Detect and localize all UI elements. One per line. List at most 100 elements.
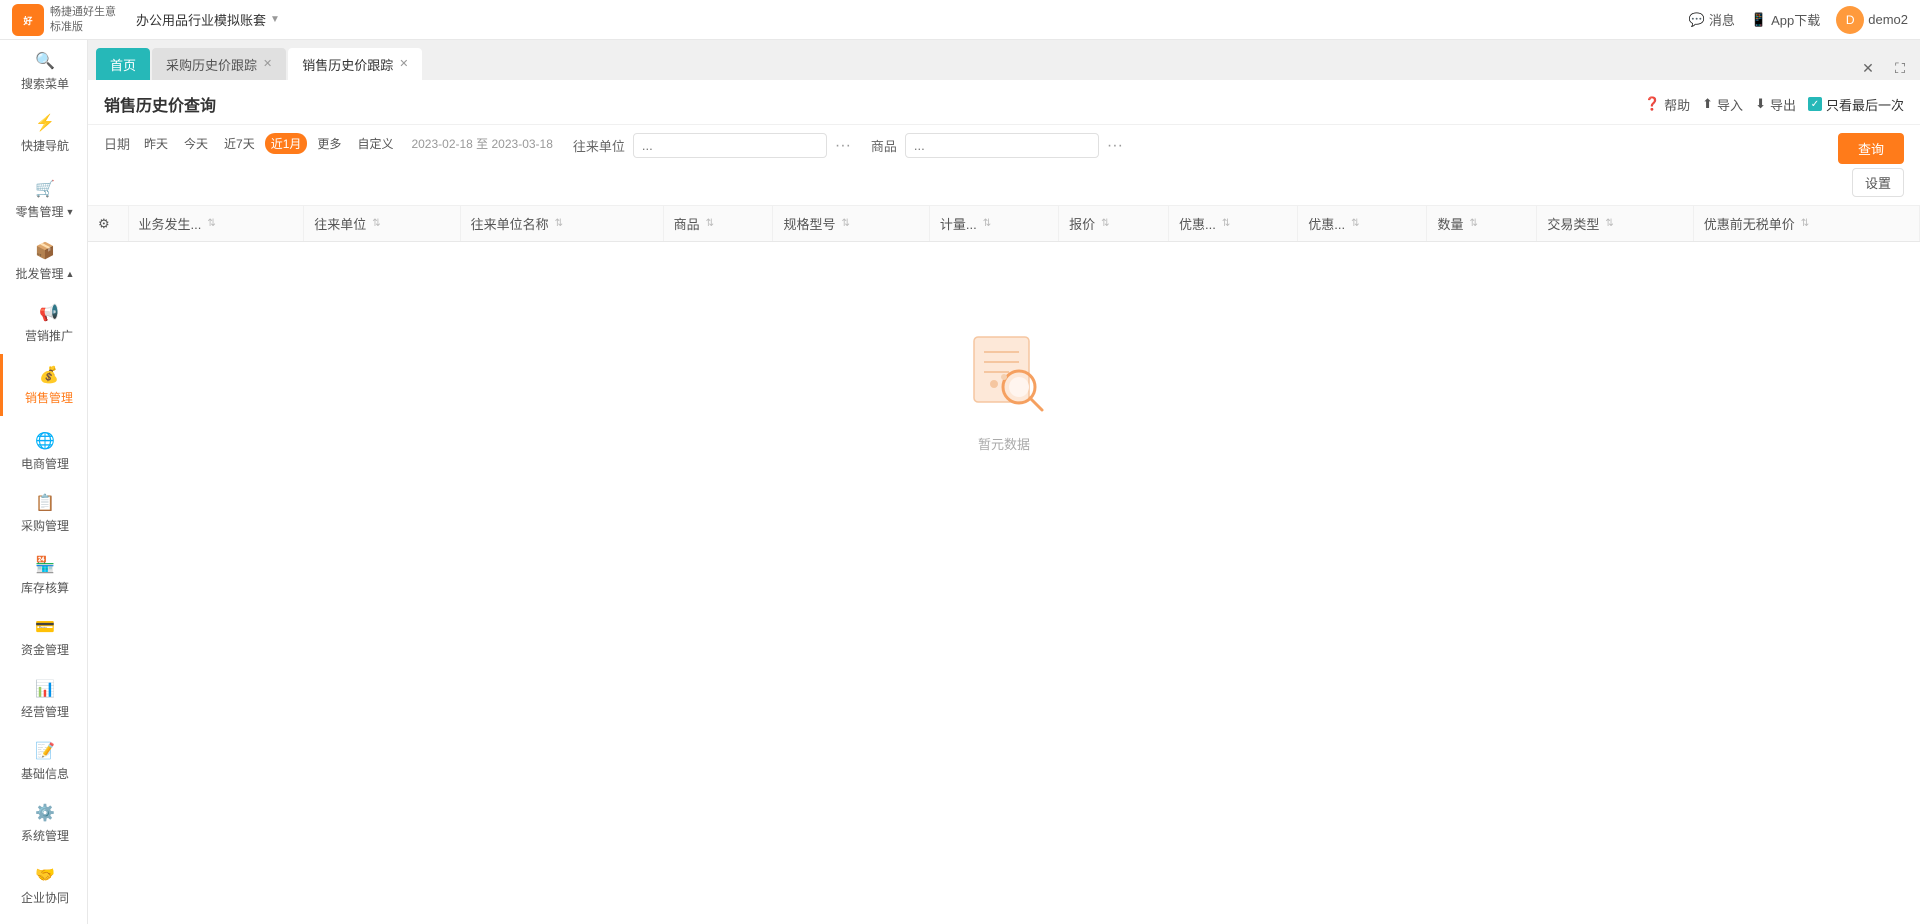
purchase-history-tab-label: 采购历史价跟踪 xyxy=(166,55,257,74)
sort-qty-icon: ⇅ xyxy=(1469,218,1477,229)
enterprise-icon: 🤝 xyxy=(34,864,56,886)
sort-deal-type-icon: ⇅ xyxy=(1605,218,1613,229)
th-product[interactable]: 商品 ⇅ xyxy=(663,206,773,242)
product-filter-label: 商品 xyxy=(871,136,897,155)
th-discount2[interactable]: 优惠... ⇅ xyxy=(1298,206,1427,242)
logo-area: 好 畅捷通好生意 标准版 xyxy=(12,4,116,36)
date-btn-today[interactable]: 今天 xyxy=(178,133,214,154)
th-biz-date[interactable]: 业务发生... ⇅ xyxy=(128,206,304,242)
content-area: 首页 采购历史价跟踪 ✕ 销售历史价跟踪 ✕ ✕ ⛶ 销售历史价查询 xyxy=(88,40,1920,924)
th-partner-name[interactable]: 往来单位名称 ⇅ xyxy=(460,206,663,242)
sidebar-item-wholesale-mgmt[interactable]: 📦 批发管理 ▲ xyxy=(0,230,87,292)
sort-quote-icon: ⇅ xyxy=(1101,218,1109,229)
sidebar-item-basic-info[interactable]: 📝 基础信息 xyxy=(0,730,87,792)
date-btn-1month[interactable]: 近1月 xyxy=(265,133,308,154)
header-left: 好 畅捷通好生意 标准版 xyxy=(12,4,116,36)
avatar: D xyxy=(1836,6,1864,34)
import-button[interactable]: ⬆ 导入 xyxy=(1702,95,1743,114)
tab-sales-history[interactable]: 销售历史价跟踪 ✕ xyxy=(288,48,422,80)
home-tab-label: 首页 xyxy=(110,55,136,74)
sort-unit-icon: ⇅ xyxy=(983,218,991,229)
retail-arrow-icon: ▼ xyxy=(66,207,75,217)
th-quote[interactable]: 报价 ⇅ xyxy=(1059,206,1169,242)
th-deal-type[interactable]: 交易类型 ⇅ xyxy=(1537,206,1693,242)
partner-input[interactable] xyxy=(633,133,827,158)
table-settings-icon[interactable]: ⚙ xyxy=(98,216,110,231)
sidebar-item-new-guide[interactable]: 🎯 新手引导 xyxy=(0,916,87,924)
workspace-label: 办公用品行业模拟账套 xyxy=(136,10,266,29)
sidebar-item-operations[interactable]: 📊 经营管理 xyxy=(0,668,87,730)
message-button[interactable]: 💬 消息 xyxy=(1689,10,1735,29)
message-icon: 💬 xyxy=(1689,12,1705,28)
sidebar-item-marketing-promo[interactable]: 📢 营销推广 xyxy=(0,292,87,354)
settings-button[interactable]: 设置 xyxy=(1852,168,1904,197)
finance-icon: 💳 xyxy=(34,616,56,638)
th-pre-tax-price[interactable]: 优惠前无税单价 ⇅ xyxy=(1693,206,1919,242)
sidebar-item-purchase[interactable]: 📋 采购管理 xyxy=(0,482,87,544)
only-last-checkbox[interactable]: ✓ xyxy=(1808,97,1822,111)
date-btn-7days[interactable]: 近7天 xyxy=(218,133,261,154)
date-btn-custom[interactable]: 自定义 xyxy=(351,133,399,154)
app-logo-icon: 好 xyxy=(12,4,44,36)
close-tab-button[interactable]: ✕ xyxy=(1856,56,1880,80)
retail-icon: 🛒 xyxy=(34,178,56,200)
page-content: 销售历史价查询 ❓ 帮助 ⬆ 导入 ⬇ 导出 ✓ xyxy=(88,80,1920,924)
filter-date-row: 日期 昨天 今天 近7天 近1月 更多 自定义 2023-02-18 至 202… xyxy=(104,133,553,154)
sidebar-item-retail-mgmt[interactable]: 🛒 零售管理 ▼ xyxy=(0,168,87,230)
partner-more-button[interactable]: ··· xyxy=(835,137,851,155)
svg-text:好: 好 xyxy=(22,15,32,26)
export-icon: ⬇ xyxy=(1755,96,1766,112)
th-qty[interactable]: 数量 ⇅ xyxy=(1427,206,1537,242)
tab-purchase-history[interactable]: 采购历史价跟踪 ✕ xyxy=(152,48,286,80)
sidebar-item-enterprise-coop[interactable]: 🤝 企业协同 xyxy=(0,854,87,916)
filter-partner-row: 往来单位 ··· xyxy=(573,133,851,158)
th-partner-code[interactable]: 往来单位 ⇅ xyxy=(304,206,460,242)
tab-home[interactable]: 首页 xyxy=(96,48,150,80)
sidebar-item-sales-mgmt[interactable]: 💰 销售管理 xyxy=(0,354,87,416)
workspace-selector[interactable]: 办公用品行业模拟账套 ▼ xyxy=(136,10,280,29)
app-download-button[interactable]: 📱 App下载 xyxy=(1751,10,1820,29)
sidebar-item-inventory[interactable]: 🏪 库存核算 xyxy=(0,544,87,606)
date-btn-more[interactable]: 更多 xyxy=(311,133,347,154)
product-more-button[interactable]: ··· xyxy=(1107,137,1123,155)
maximize-button[interactable]: ⛶ xyxy=(1888,56,1912,80)
sort-product-icon: ⇅ xyxy=(706,218,714,229)
sidebar-item-search[interactable]: 🔍 搜索菜单 xyxy=(0,40,87,102)
date-filter-label: 日期 xyxy=(104,134,130,153)
sidebar-item-ecommerce[interactable]: 🌐 电商管理 xyxy=(0,420,87,482)
th-spec[interactable]: 规格型号 ⇅ xyxy=(773,206,929,242)
th-discount1[interactable]: 优惠... ⇅ xyxy=(1168,206,1297,242)
header-right: 💬 消息 📱 App下载 D demo2 xyxy=(1689,6,1908,34)
tabs-bar: 首页 采购历史价跟踪 ✕ 销售历史价跟踪 ✕ ✕ ⛶ xyxy=(88,40,1920,80)
purchase-history-tab-close-icon[interactable]: ✕ xyxy=(263,59,272,70)
ecommerce-icon: 🌐 xyxy=(34,430,56,452)
sidebar-item-quick-nav[interactable]: ⚡ 快捷导航 xyxy=(0,102,87,164)
th-unit[interactable]: 计量... ⇅ xyxy=(929,206,1058,242)
sort-discount2-icon: ⇅ xyxy=(1351,218,1359,229)
date-btn-yesterday[interactable]: 昨天 xyxy=(138,133,174,154)
help-button[interactable]: ❓ 帮助 xyxy=(1644,95,1690,114)
user-menu[interactable]: D demo2 xyxy=(1836,6,1908,34)
query-button[interactable]: 查询 xyxy=(1838,133,1904,164)
sort-pre-tax-price-icon: ⇅ xyxy=(1801,218,1809,229)
sidebar-item-system[interactable]: ⚙️ 系统管理 xyxy=(0,792,87,854)
sort-spec-icon: ⇅ xyxy=(841,218,849,229)
export-button[interactable]: ⬇ 导出 xyxy=(1755,95,1796,114)
partner-filter-label: 往来单位 xyxy=(573,136,625,155)
table-header: ⚙ 业务发生... ⇅ 往来单位 xyxy=(88,206,1920,242)
empty-state: 暂元数据 xyxy=(88,242,1920,533)
top-header: 好 畅捷通好生意 标准版 办公用品行业模拟账套 ▼ 💬 消息 📱 App下载 D xyxy=(0,0,1920,40)
sidebar-item-finance[interactable]: 💳 资金管理 xyxy=(0,606,87,668)
sales-history-tab-close-icon[interactable]: ✕ xyxy=(399,59,408,70)
product-input[interactable] xyxy=(905,133,1099,158)
page-title: 销售历史价查询 xyxy=(104,92,216,116)
sales-history-tab-label: 销售历史价跟踪 xyxy=(302,55,393,74)
only-last-checkbox-group[interactable]: ✓ 只看最后一次 xyxy=(1808,95,1904,114)
purchase-icon: 📋 xyxy=(34,492,56,514)
th-settings[interactable]: ⚙ xyxy=(88,206,128,242)
sort-discount1-icon: ⇅ xyxy=(1222,218,1230,229)
table-area: ⚙ 业务发生... ⇅ 往来单位 xyxy=(88,206,1920,924)
main-layout: 🔍 搜索菜单 ⚡ 快捷导航 🛒 零售管理 ▼ 📦 批发管理 ▲ 📢 营销推广 xyxy=(0,40,1920,924)
import-icon: ⬆ xyxy=(1702,96,1713,112)
sales-icon: 💰 xyxy=(38,364,60,386)
